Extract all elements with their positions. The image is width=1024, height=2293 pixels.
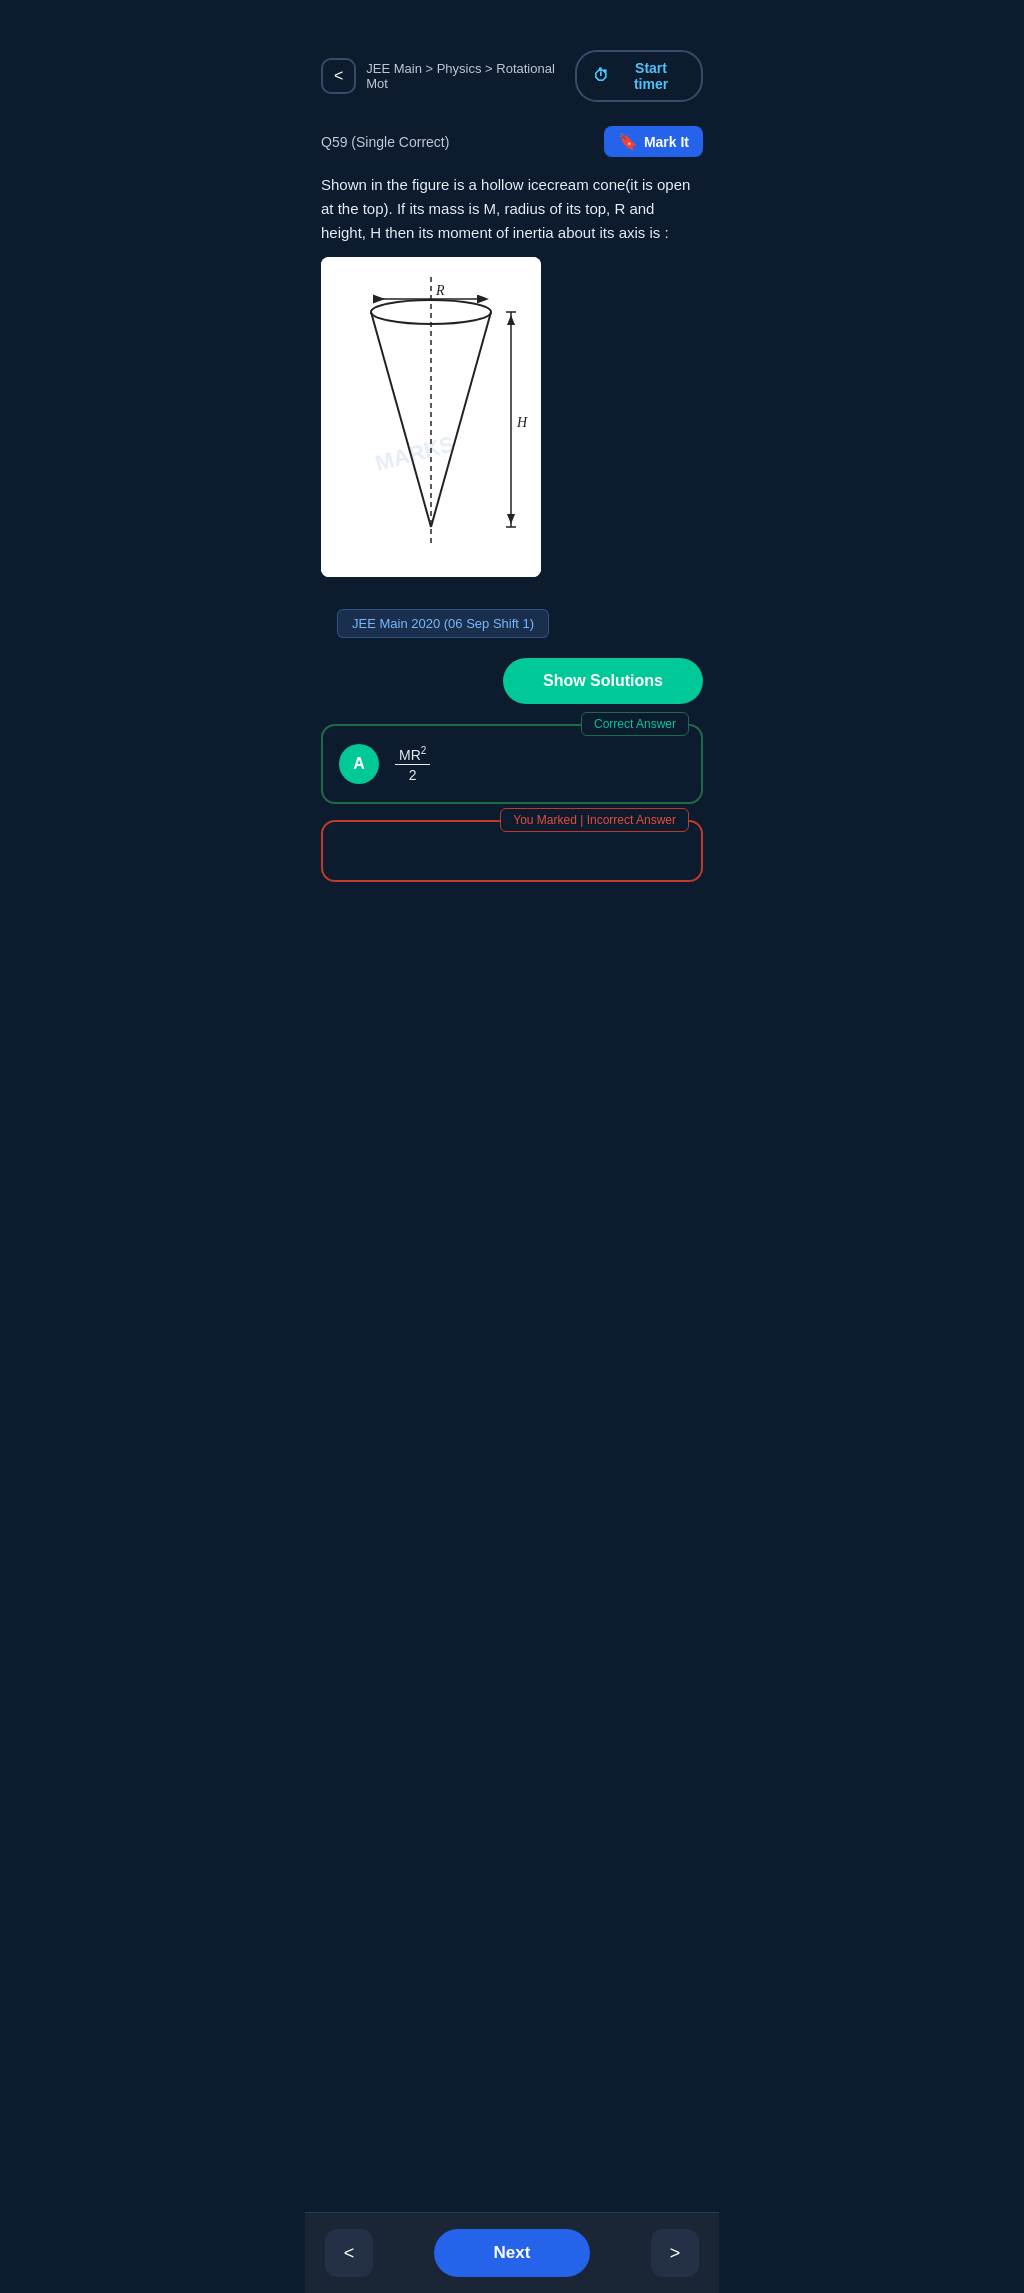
next-button[interactable]: Next [434,2229,591,2277]
cone-diagram: R H MARKS [321,257,541,577]
mark-it-button[interactable]: 🔖 Mark It [604,126,703,157]
next-label: Next [494,2243,531,2262]
start-timer-button[interactable]: ⏱ Start timer [575,50,703,102]
forward-button[interactable]: > [651,2229,699,2277]
previous-button[interactable]: < [325,2229,373,2277]
header-left: < JEE Main > Physics > Rotational Mot [321,58,575,94]
timer-icon: ⏱ [593,67,609,85]
forward-icon: > [670,2243,681,2264]
svg-text:R: R [435,283,445,298]
exam-tag: JEE Main 2020 (06 Sep Shift 1) [337,609,549,638]
mark-it-label: Mark It [644,134,689,150]
breadcrumb: JEE Main > Physics > Rotational Mot [366,61,575,91]
correct-option-row: A MR2 2 [339,744,685,784]
exam-tag-container: JEE Main 2020 (06 Sep Shift 1) [305,593,719,658]
timer-label: Start timer [617,60,685,92]
option-a-circle: A [339,744,379,784]
correct-answer-badge: Correct Answer [581,712,689,736]
bookmark-icon: 🔖 [618,132,638,151]
formula-denominator: 2 [405,765,421,783]
incorrect-answer-card: You Marked | Incorrect Answer [321,820,703,882]
correct-answer-card: Correct Answer A MR2 2 [321,724,703,804]
question-meta: Q59 (Single Correct) 🔖 Mark It [305,116,719,165]
question-number: Q59 (Single Correct) [321,134,449,150]
show-solutions-button[interactable]: Show Solutions [503,658,703,704]
prev-icon: < [344,2243,355,2264]
cone-figure: R H MARKS [321,257,541,577]
question-text: Shown in the figure is a hollow icecream… [305,165,719,257]
formula-numerator: MR2 [395,745,430,766]
header: < JEE Main > Physics > Rotational Mot ⏱ … [305,0,719,116]
svg-text:H: H [516,415,528,430]
correct-answer-section: Correct Answer A MR2 2 [305,724,719,820]
bottom-navigation: < Next > [305,2212,719,2293]
back-button[interactable]: < [321,58,356,94]
incorrect-answer-badge: You Marked | Incorrect Answer [500,808,689,832]
back-icon: < [334,67,343,85]
show-solutions-label: Show Solutions [543,672,663,689]
question-body: Shown in the figure is a hollow icecream… [321,176,690,241]
correct-formula: MR2 2 [395,745,430,784]
